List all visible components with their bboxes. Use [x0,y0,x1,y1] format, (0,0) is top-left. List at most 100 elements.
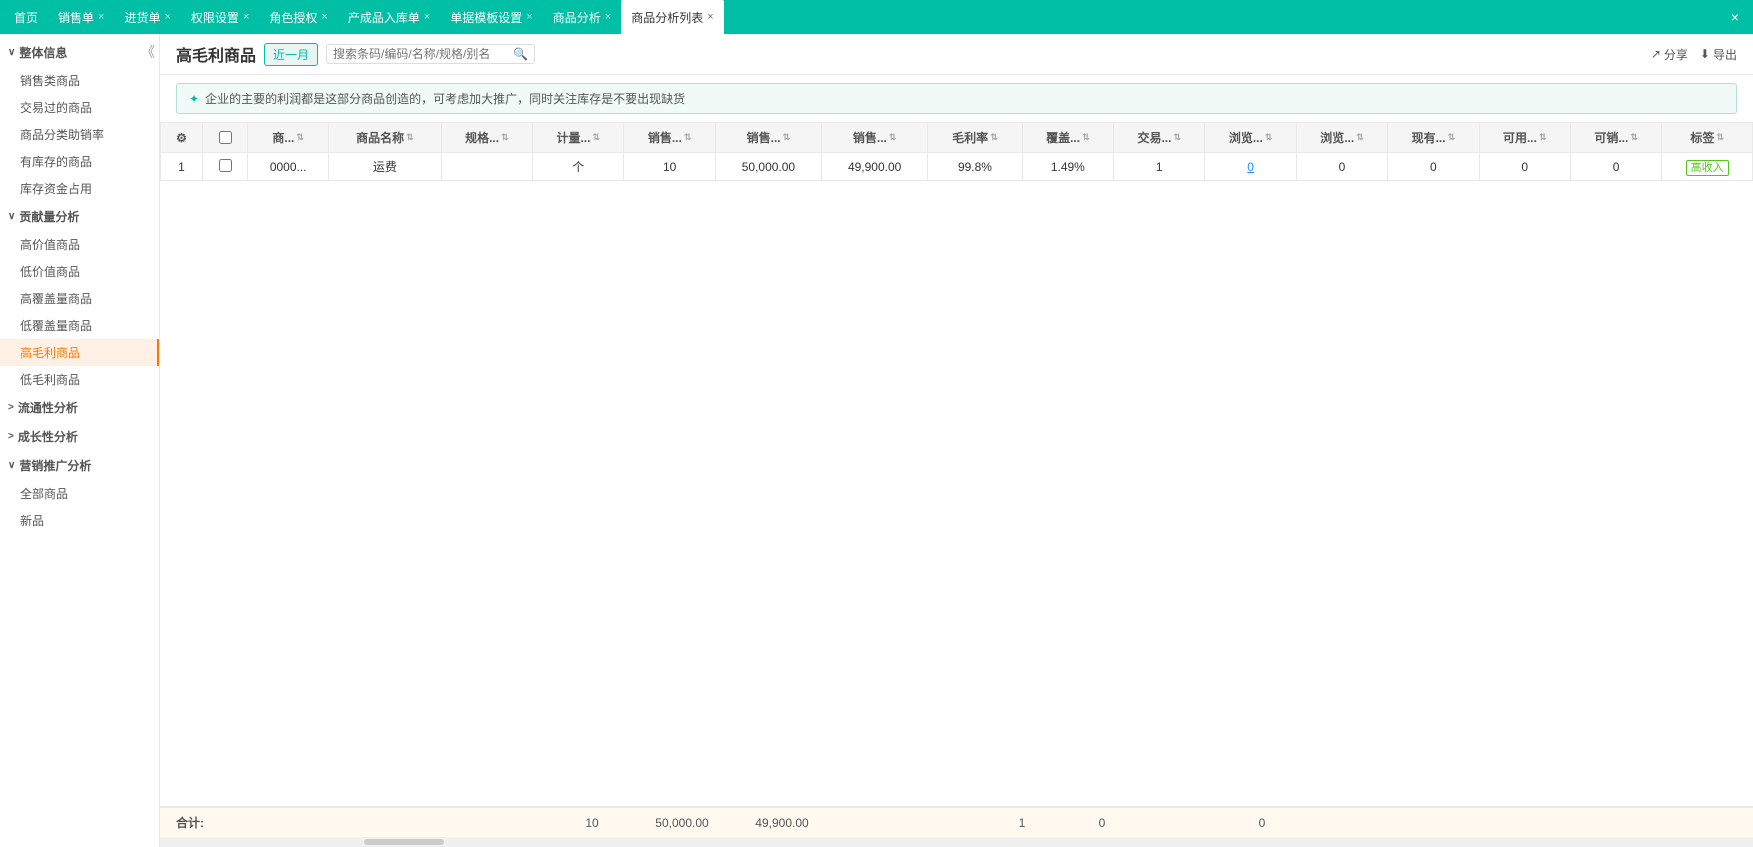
row-checkbox[interactable] [202,153,247,181]
sidebar-item[interactable]: 低毛利商品 [0,366,159,393]
sales-qty: 10 [624,153,715,181]
table-column-header[interactable]: 商...⇅ [248,123,329,153]
nav-item[interactable]: 权限设置× [181,0,259,34]
column-label: 浏览... [1320,129,1354,146]
header-actions: ↗ 分享 ⬇ 导出 [1651,46,1737,63]
table-column-header[interactable]: 标签⇅ [1662,123,1753,153]
sort-icon[interactable]: ⇅ [1630,132,1638,143]
sidebar-item[interactable]: 有库存的商品 [0,148,159,175]
column-label: 商... [272,129,294,146]
column-label: 销售... [853,129,887,146]
nav-close-icon[interactable]: × [243,11,249,23]
sort-icon[interactable]: ⇅ [296,132,304,143]
sort-icon[interactable]: ⇅ [406,132,414,143]
table-column-header[interactable]: 现有...⇅ [1388,123,1479,153]
table-column-header[interactable]: 交易...⇅ [1114,123,1205,153]
sort-icon[interactable]: ⇅ [1173,132,1181,143]
sidebar-item[interactable]: 全部商品 [0,480,159,507]
table-column-header[interactable]: 覆盖...⇅ [1022,123,1113,153]
product-code: 0000... [248,153,329,181]
data-table: ⚙商...⇅商品名称⇅规格...⇅计量...⇅销售...⇅销售...⇅销售...… [160,122,1753,181]
nav-close-icon[interactable]: × [605,11,611,23]
table-column-header[interactable]: 规格...⇅ [441,123,532,153]
sort-icon[interactable]: ⇅ [592,132,600,143]
table-column-header[interactable]: 销售...⇅ [822,123,928,153]
sort-icon[interactable]: ⇅ [990,132,998,143]
table-column-header[interactable]: 计量...⇅ [533,123,624,153]
share-icon: ↗ [1651,47,1661,61]
nav-item[interactable]: 进货单× [114,0,180,34]
column-label: 计量... [556,129,590,146]
nav-close-icon[interactable]: × [164,11,170,23]
sidebar-group-header[interactable]: ∨营销推广分析 [0,451,159,480]
sort-icon[interactable]: ⇅ [1448,132,1456,143]
column-label: 浏览... [1229,129,1263,146]
search-icon[interactable]: 🔍 [513,47,528,61]
sidebar-item[interactable]: 交易过的商品 [0,94,159,121]
browse1[interactable]: 0 [1205,153,1296,181]
product-name: 运费 [329,153,442,181]
footer-transactions: 1 [982,816,1062,830]
table-column-header[interactable]: 毛利率⇅ [928,123,1022,153]
filter-month-button[interactable]: 近一月 [264,43,318,66]
share-button[interactable]: ↗ 分享 [1651,46,1688,63]
nav-item[interactable]: 商品分析× [543,0,621,34]
search-input[interactable] [333,47,513,61]
nav-close-icon[interactable]: × [98,11,104,23]
sidebar-item[interactable]: 低覆盖量商品 [0,312,159,339]
sidebar-item[interactable]: 高覆盖量商品 [0,285,159,312]
table-column-header[interactable]: 销售...⇅ [715,123,821,153]
sidebar-group-label: 成长性分析 [18,428,78,445]
page-title: 高毛利商品 [176,42,256,66]
horizontal-scrollbar[interactable] [160,837,1753,847]
sidebar-group-header[interactable]: ∨整体信息 [0,38,159,67]
nav-close-icon[interactable]: × [526,11,532,23]
column-label: 商品名称 [356,129,404,146]
sidebar-group-label: 流通性分析 [18,399,78,416]
table-column-header[interactable]: 浏览...⇅ [1296,123,1387,153]
sidebar-group-arrow-icon: ∨ [8,211,15,222]
info-banner: ✦ 企业的主要的利润都是这部分商品创造的，可考虑加大推广，同时关注库存是不要出现… [176,83,1737,114]
table-column-header[interactable]: 销售...⇅ [624,123,715,153]
sidebar-collapse-button[interactable]: 《 [141,42,155,62]
select-all-checkbox[interactable] [219,131,232,144]
sidebar-item[interactable]: 低价值商品 [0,258,159,285]
export-button[interactable]: ⬇ 导出 [1700,46,1737,63]
sidebar-item[interactable]: 高价值商品 [0,231,159,258]
sidebar-item[interactable]: 新品 [0,507,159,534]
sort-icon[interactable]: ⇅ [1716,132,1724,143]
sidebar-group-header[interactable]: ∨贡献量分析 [0,202,159,231]
nav-item[interactable]: 单据模板设置× [440,0,542,34]
table-column-header[interactable]: 浏览...⇅ [1205,123,1296,153]
footer-label: 合计: [176,814,216,831]
sidebar-group-header[interactable]: >流通性分析 [0,393,159,422]
nav-item[interactable]: 销售单× [48,0,114,34]
sidebar-item[interactable]: 库存资金占用 [0,175,159,202]
search-box: 🔍 [326,44,535,64]
sort-icon[interactable]: ⇅ [1265,132,1273,143]
sort-icon[interactable]: ⇅ [501,132,509,143]
nav-close-icon[interactable]: × [321,11,327,23]
column-label: 交易... [1137,129,1171,146]
sort-icon[interactable]: ⇅ [1539,132,1547,143]
sidebar-group-label: 营销推广分析 [19,457,91,474]
nav-item[interactable]: 商品分析列表× [621,0,723,34]
sidebar-group-header[interactable]: >成长性分析 [0,422,159,451]
nav-item[interactable]: 角色授权× [259,0,337,34]
sidebar-item[interactable]: 高毛利商品 [0,339,159,366]
close-window-button[interactable]: × [1721,9,1749,25]
table-column-header[interactable]: 可用...⇅ [1479,123,1570,153]
sidebar-item[interactable]: 商品分类助销率 [0,121,159,148]
nav-item[interactable]: 产成品入库单× [338,0,440,34]
table-column-header[interactable]: 可销...⇅ [1570,123,1661,153]
nav-item[interactable]: 首页 [4,0,48,34]
sort-icon[interactable]: ⇅ [1356,132,1364,143]
sort-icon[interactable]: ⇅ [889,132,897,143]
nav-close-icon[interactable]: × [707,11,713,23]
table-column-header[interactable]: 商品名称⇅ [329,123,442,153]
sidebar-item[interactable]: 销售类商品 [0,67,159,94]
sort-icon[interactable]: ⇅ [783,132,791,143]
sort-icon[interactable]: ⇅ [684,132,692,143]
sort-icon[interactable]: ⇅ [1082,132,1090,143]
nav-close-icon[interactable]: × [424,11,430,23]
